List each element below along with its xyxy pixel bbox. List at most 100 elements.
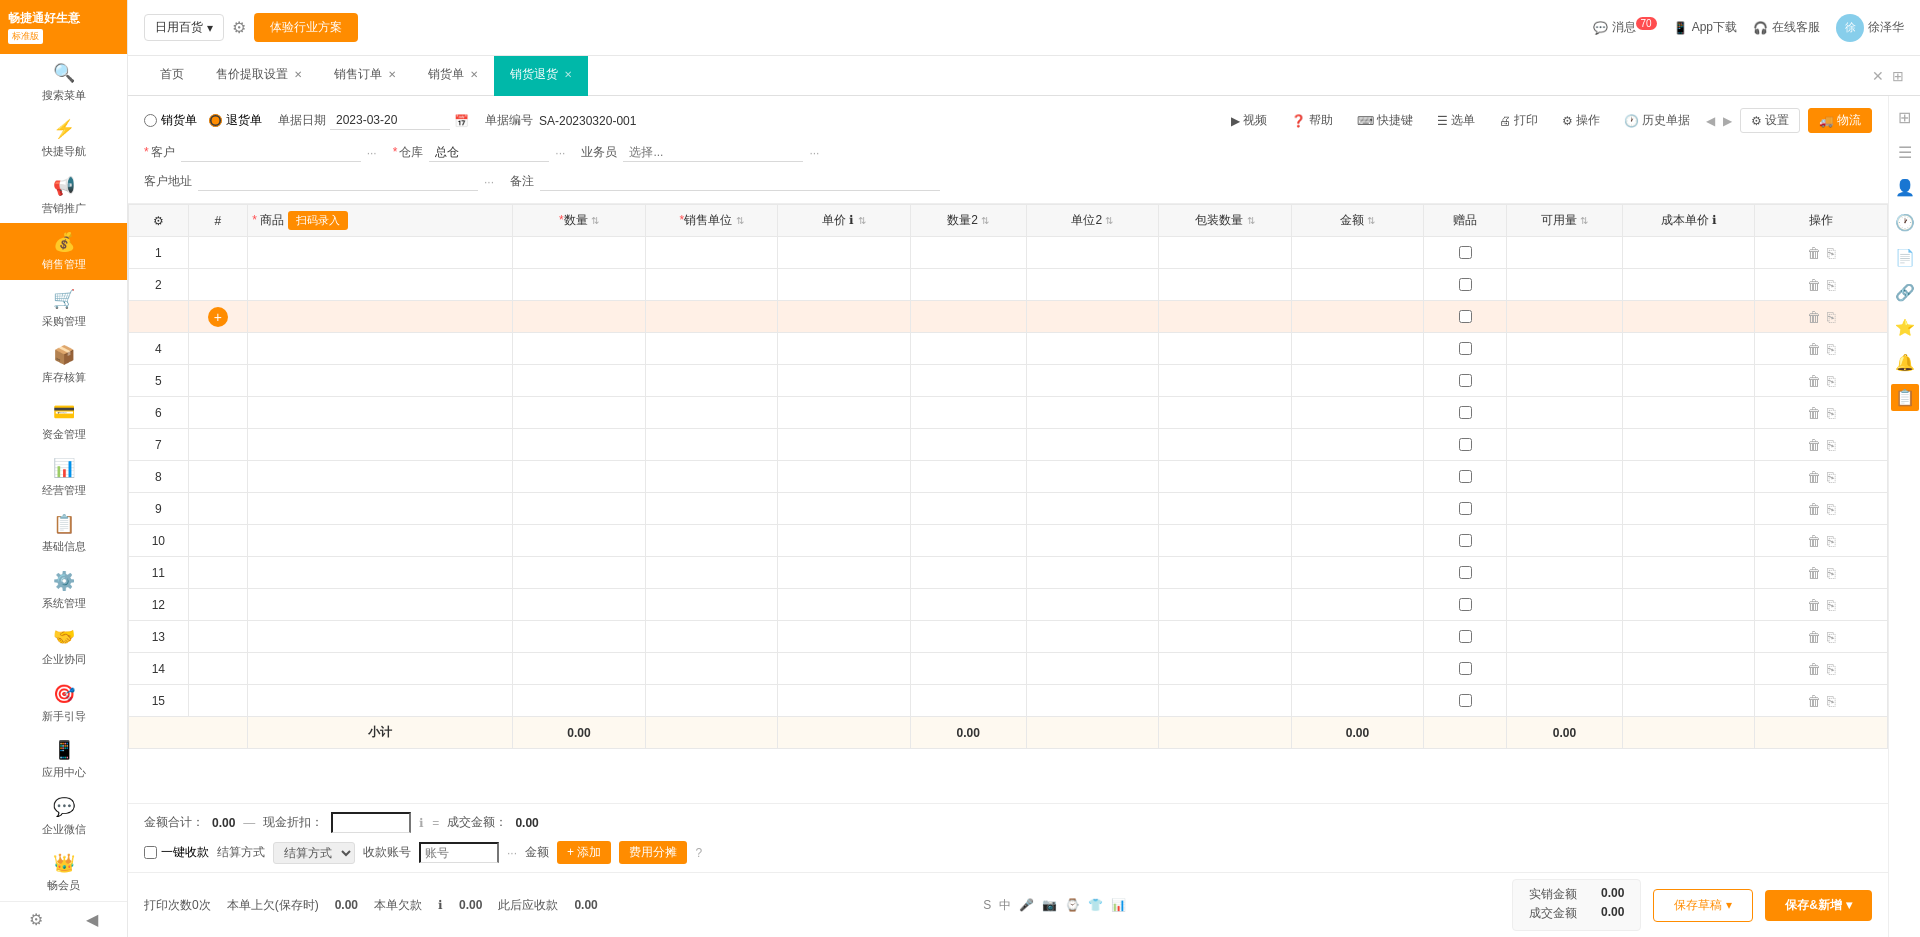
topbar-settings-icon[interactable]: ⚙: [232, 18, 246, 37]
right-icon-clock[interactable]: 🕐: [1891, 209, 1919, 236]
save-new-button[interactable]: 保存&新增 ▾: [1765, 890, 1872, 921]
add-row-button[interactable]: +: [208, 307, 228, 327]
date-input[interactable]: [330, 111, 450, 130]
radio-delivery-input[interactable]: [144, 114, 157, 127]
row-qty[interactable]: [513, 269, 646, 301]
tab-home[interactable]: 首页: [144, 56, 200, 96]
discount-help-icon[interactable]: ℹ: [419, 816, 424, 830]
user-item[interactable]: 徐 徐泽华: [1836, 14, 1904, 42]
row-qty[interactable]: [513, 301, 646, 333]
tab-sales-delivery[interactable]: 销货单 ✕: [412, 56, 494, 96]
expand-icon[interactable]: ⊞: [1892, 68, 1904, 84]
row-product[interactable]: [248, 237, 513, 269]
right-icon-bell[interactable]: 🔔: [1891, 349, 1919, 376]
row-price[interactable]: [778, 301, 911, 333]
customer-input[interactable]: [181, 143, 361, 162]
row-unit2[interactable]: [1026, 301, 1159, 333]
address-select-icon[interactable]: ···: [484, 175, 494, 189]
radio-return[interactable]: 退货单: [209, 112, 262, 129]
gift-checkbox[interactable]: [1459, 438, 1472, 451]
copy-row-icon[interactable]: ⎘: [1827, 245, 1835, 261]
row-avail[interactable]: [1507, 237, 1623, 269]
history-btn[interactable]: 🕐 历史单据: [1616, 109, 1698, 132]
settings-bottom-icon[interactable]: ⚙: [29, 910, 43, 929]
sidebar-item-member[interactable]: 👑 畅会员: [0, 845, 127, 901]
row-unit2[interactable]: [1026, 269, 1159, 301]
row-amount[interactable]: [1291, 269, 1424, 301]
tab-sales-return-close[interactable]: ✕: [564, 69, 572, 80]
row-gift[interactable]: [1424, 301, 1507, 333]
address-input[interactable]: [198, 172, 478, 191]
operate-btn[interactable]: ⚙ 操作: [1554, 109, 1608, 132]
copy-row-icon[interactable]: ⎘: [1827, 661, 1835, 677]
delete-row-icon[interactable]: 🗑: [1807, 629, 1821, 645]
app-download-item[interactable]: 📱 App下载: [1673, 19, 1737, 36]
radio-delivery[interactable]: 销货单: [144, 112, 197, 129]
delete-row-icon[interactable]: 🗑: [1807, 437, 1821, 453]
remark-input[interactable]: [540, 172, 940, 191]
add-row-cell[interactable]: +: [188, 301, 248, 333]
row-pack[interactable]: [1159, 269, 1292, 301]
warehouse-select-icon[interactable]: ···: [555, 146, 565, 160]
logistics-btn[interactable]: 🚚 物流: [1808, 108, 1872, 133]
right-icon-user[interactable]: 👤: [1891, 174, 1919, 201]
copy-row-icon[interactable]: ⎘: [1827, 693, 1835, 709]
row-pack[interactable]: [1159, 301, 1292, 333]
copy-row-icon[interactable]: ⎘: [1827, 469, 1835, 485]
row-cost[interactable]: [1622, 237, 1755, 269]
gift-checkbox[interactable]: [1459, 694, 1472, 707]
th-unit2-sort[interactable]: ⇅: [1105, 215, 1113, 226]
gift-checkbox[interactable]: [1459, 662, 1472, 675]
account-input[interactable]: [419, 842, 499, 863]
gift-checkbox[interactable]: [1459, 342, 1472, 355]
select-btn[interactable]: ☰ 选单: [1429, 109, 1483, 132]
copy-row-icon[interactable]: ⎘: [1827, 373, 1835, 389]
copy-row-icon[interactable]: ⎘: [1827, 437, 1835, 453]
sidebar-item-enterprise[interactable]: 🤝 企业协同: [0, 619, 127, 675]
row-product-input[interactable]: [248, 301, 513, 333]
one-key-payment-input[interactable]: [144, 846, 157, 859]
tab-price-setting-close[interactable]: ✕: [294, 69, 302, 80]
online-service-item[interactable]: 🎧 在线客服: [1753, 19, 1820, 36]
sidebar-item-shortcuts[interactable]: ⚡ 快捷导航: [0, 110, 127, 166]
th-price-sort[interactable]: ⇅: [858, 215, 866, 226]
delete-row-icon[interactable]: 🗑: [1807, 309, 1821, 325]
gift-checkbox[interactable]: [1459, 406, 1472, 419]
right-icon-active[interactable]: 📋: [1891, 384, 1919, 411]
row-cost[interactable]: [1622, 301, 1755, 333]
product-input-field[interactable]: [252, 310, 508, 324]
tool-icon-2[interactable]: 中: [999, 897, 1011, 914]
delete-row-icon[interactable]: 🗑: [1807, 341, 1821, 357]
tab-sales-order-close[interactable]: ✕: [388, 69, 396, 80]
copy-row-icon[interactable]: ⎘: [1827, 565, 1835, 581]
copy-row-icon[interactable]: ⎘: [1827, 501, 1835, 517]
account-select-icon[interactable]: ···: [507, 846, 517, 860]
staff-input[interactable]: [623, 143, 803, 162]
gift-checkbox[interactable]: [1459, 598, 1472, 611]
tab-sales-return[interactable]: 销货退货 ✕: [494, 56, 588, 96]
row-gift[interactable]: [1424, 269, 1507, 301]
settings-btn[interactable]: ⚙ 设置: [1740, 108, 1800, 133]
warehouse-input[interactable]: [429, 143, 549, 162]
tool-icon-4[interactable]: 📷: [1042, 898, 1057, 912]
right-icon-link[interactable]: 🔗: [1891, 279, 1919, 306]
row-cost[interactable]: [1622, 269, 1755, 301]
add-payment-button[interactable]: + 添加: [557, 841, 611, 864]
sidebar-item-marketing[interactable]: 📢 营销推广: [0, 167, 127, 223]
prev-icon[interactable]: ◀: [1706, 114, 1715, 128]
gift-checkbox[interactable]: [1459, 566, 1472, 579]
tool-icon-5[interactable]: ⌚: [1065, 898, 1080, 912]
calendar-icon[interactable]: 📅: [454, 114, 469, 128]
gift-checkbox[interactable]: [1459, 630, 1472, 643]
copy-row-icon[interactable]: ⎘: [1827, 277, 1835, 293]
th-qty2-sort[interactable]: ⇅: [981, 215, 989, 226]
radio-return-input[interactable]: [209, 114, 222, 127]
row-price[interactable]: [778, 269, 911, 301]
copy-row-icon[interactable]: ⎘: [1827, 597, 1835, 613]
one-key-payment-checkbox[interactable]: 一键收款: [144, 844, 209, 861]
th-pack-sort[interactable]: ⇅: [1247, 215, 1255, 226]
fee-help-icon[interactable]: ?: [695, 846, 702, 860]
delete-row-icon[interactable]: 🗑: [1807, 245, 1821, 261]
th-qty-sort[interactable]: ⇅: [591, 215, 599, 226]
print-btn[interactable]: 🖨 打印: [1491, 109, 1546, 132]
